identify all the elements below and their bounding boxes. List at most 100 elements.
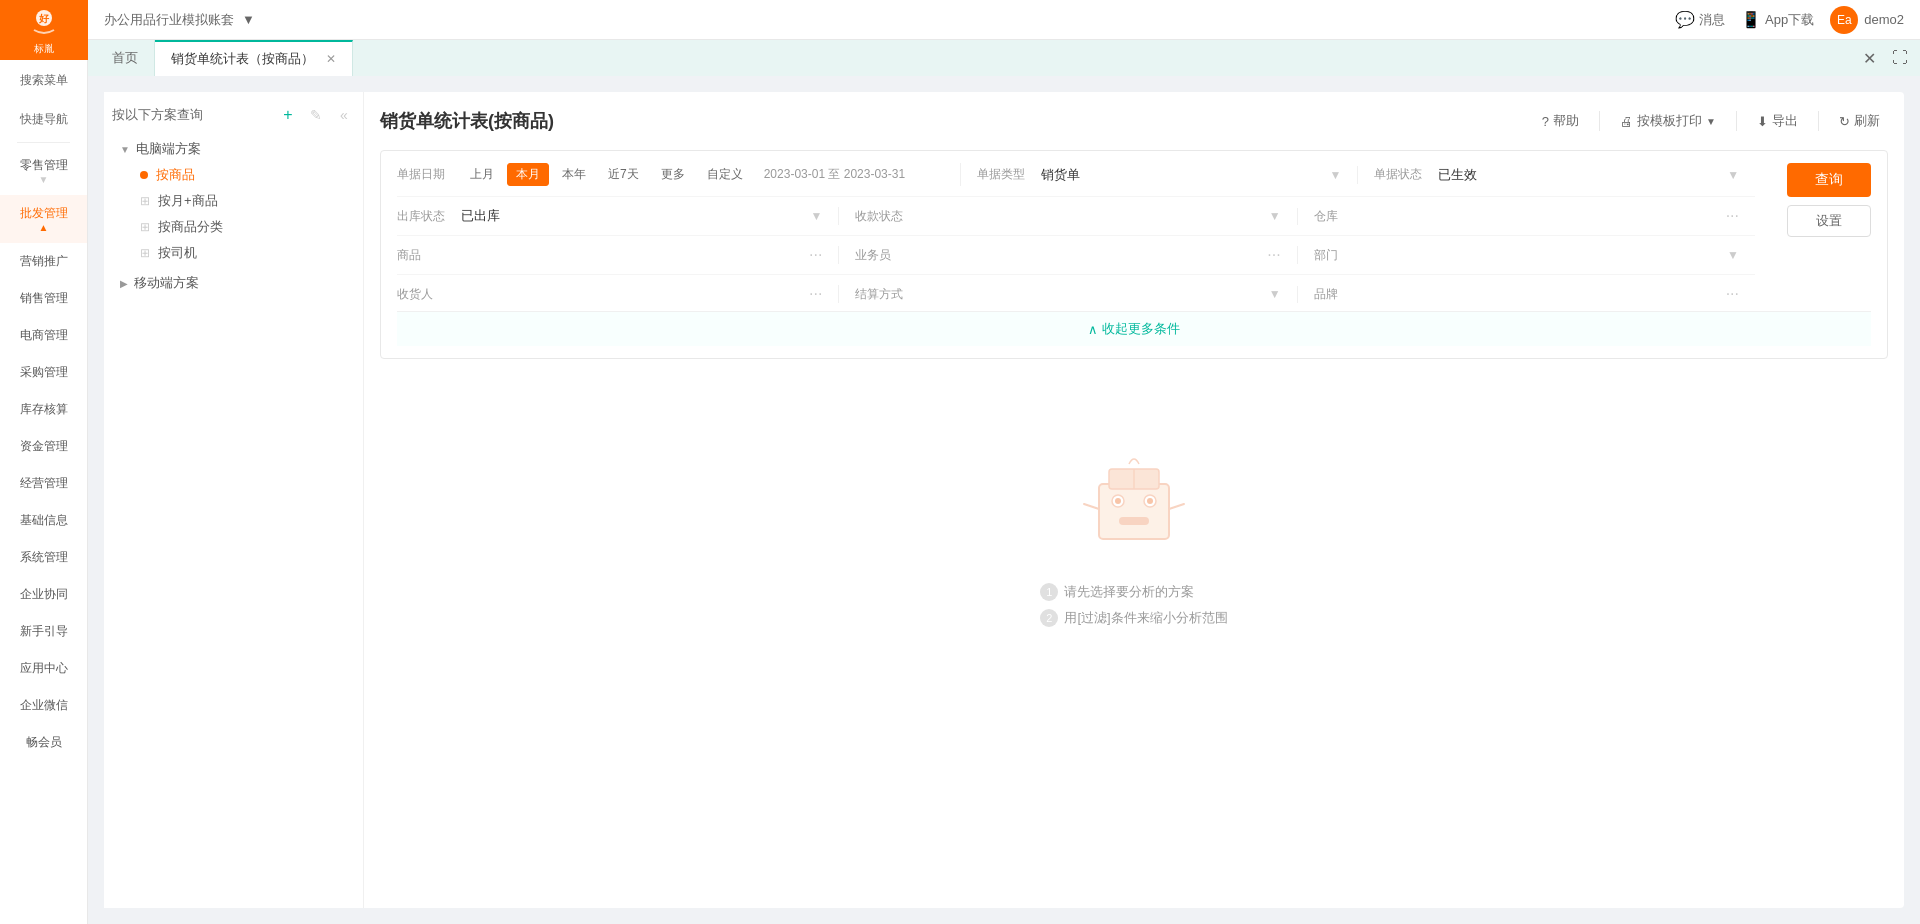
grid-icon-3: ⊞ [140, 246, 150, 260]
date-btn-more[interactable]: 更多 [652, 163, 694, 186]
active-scheme-dot [140, 171, 148, 179]
date-btn-last-month[interactable]: 上月 [461, 163, 503, 186]
purchase-label: 采购管理 [20, 364, 68, 381]
expand-window-btn[interactable]: ⛶ [1888, 45, 1912, 72]
collapse-panel-btn[interactable]: « [333, 104, 355, 126]
date-btn-this-month[interactable]: 本月 [507, 163, 549, 186]
doc-type-dropdown[interactable]: ▼ [1330, 168, 1342, 182]
export-btn[interactable]: ⬇ 导出 [1749, 108, 1806, 134]
sidebar-item-marketing[interactable]: 营销推广 [0, 243, 87, 280]
filter-department: 部门 ▼ [1298, 247, 1755, 264]
tab-close-btn[interactable]: ✕ [326, 52, 336, 66]
sidebar-item-finance[interactable]: 资金管理 [0, 428, 87, 465]
tree-item-by-product[interactable]: 按商品 [132, 162, 355, 188]
search-menu[interactable]: 搜索菜单 [0, 60, 87, 101]
close-window-btn[interactable]: ✕ [1859, 45, 1880, 72]
doc-type-label: 单据类型 [977, 166, 1033, 183]
settings-btn[interactable]: 设置 [1787, 205, 1871, 237]
app-download-btn[interactable]: 📱 App下载 [1741, 10, 1814, 29]
empty-state: 1 请先选择要分析的方案 2 用[过滤]条件来缩小分析范围 [380, 359, 1888, 715]
tree-expand-icon-2: ▶ [120, 278, 128, 289]
tree-section-mobile-label: 移动端方案 [134, 274, 199, 292]
wholesale-label: 批发管理 [20, 205, 68, 222]
warehouse-status-label: 出库状态 [397, 208, 453, 225]
scheme-tree: ▼ 电脑端方案 按商品 ⊞ 按月+商品 ⊞ 按商品分类 [112, 136, 355, 296]
app-download-icon: 📱 [1741, 10, 1761, 29]
empty-tip-1: 1 请先选择要分析的方案 [1040, 583, 1227, 601]
tab-sales-stats[interactable]: 销货单统计表（按商品） ✕ [155, 40, 353, 76]
edit-scheme-btn[interactable]: ✎ [305, 104, 327, 126]
settlement-dropdown[interactable]: ▼ [1269, 287, 1281, 301]
sidebar-item-wholesale[interactable]: 批发管理 ▲ [0, 195, 87, 243]
filter-settlement: 结算方式 ▼ [839, 286, 1297, 303]
recipient-more[interactable]: ··· [809, 285, 822, 303]
date-btn-7days[interactable]: 近7天 [599, 163, 648, 186]
main-content: 按以下方案查询 + ✎ « ▼ 电脑端方案 按商品 [88, 76, 1920, 924]
brand-more[interactable]: ··· [1726, 285, 1739, 303]
sidebar-item-newbie[interactable]: 新手引导 [0, 613, 87, 650]
tree-item-by-category[interactable]: ⊞ 按商品分类 [132, 214, 355, 240]
warehouse-status-dropdown[interactable]: ▼ [810, 209, 822, 223]
product-more[interactable]: ··· [809, 246, 822, 264]
sidebar-item-wechat[interactable]: 企业微信 [0, 687, 87, 724]
sidebar-item-apps[interactable]: 应用中心 [0, 650, 87, 687]
quick-nav[interactable]: 快捷导航 [0, 101, 87, 138]
sidebar-item-basic[interactable]: 基础信息 [0, 502, 87, 539]
action-divider-2 [1736, 111, 1737, 131]
sidebar-item-operations[interactable]: 经营管理 [0, 465, 87, 502]
sidebar-item-ecommerce[interactable]: 电商管理 [0, 317, 87, 354]
tab-home[interactable]: 首页 [96, 40, 155, 76]
filter-row-2: 出库状态 已出库 ▼ 收款状态 [397, 207, 1755, 236]
svg-text:好: 好 [38, 13, 50, 24]
doc-status-dropdown[interactable]: ▼ [1727, 168, 1739, 182]
main-panel: 销货单统计表(按商品) ? 帮助 🖨 按模板打印 ▼ ⬇ [364, 92, 1904, 908]
date-btn-custom[interactable]: 自定义 [698, 163, 752, 186]
add-scheme-btn[interactable]: + [277, 104, 299, 126]
warehouse-more[interactable]: ··· [1726, 207, 1739, 225]
sidebar-item-inventory[interactable]: 库存核算 [0, 391, 87, 428]
query-btn[interactable]: 查询 [1787, 163, 1871, 197]
by-category-label: 按商品分类 [158, 218, 223, 236]
user-profile-btn[interactable]: Ea demo2 [1830, 6, 1904, 34]
breadcrumb-dropdown[interactable]: ▼ [242, 12, 255, 27]
sidebar-item-purchase[interactable]: 采购管理 [0, 354, 87, 391]
doc-status-label: 单据状态 [1374, 166, 1430, 183]
message-btn[interactable]: 💬 消息 [1675, 10, 1725, 29]
salesperson-value: ··· [919, 246, 1280, 264]
department-dropdown[interactable]: ▼ [1727, 248, 1739, 262]
sales-label: 销售管理 [20, 290, 68, 307]
payment-status-dropdown[interactable]: ▼ [1269, 209, 1281, 223]
action-divider-3 [1818, 111, 1819, 131]
tree-item-by-cashier[interactable]: ⊞ 按司机 [132, 240, 355, 266]
brand-value: ··· [1378, 285, 1739, 303]
content-wrapper: 按以下方案查询 + ✎ « ▼ 电脑端方案 按商品 [104, 92, 1904, 908]
refresh-btn[interactable]: ↻ 刷新 [1831, 108, 1888, 134]
left-panel-title: 按以下方案查询 [112, 106, 203, 124]
settlement-value: ▼ [919, 287, 1280, 301]
collapse-filters-btn[interactable]: ∧ 收起更多条件 [397, 311, 1871, 346]
tree-item-by-month-product[interactable]: ⊞ 按月+商品 [132, 188, 355, 214]
app-name: 标胤 [34, 42, 54, 56]
sidebar-item-sales[interactable]: 销售管理 [0, 280, 87, 317]
sidebar-item-retail[interactable]: 零售管理 ▼ [0, 147, 87, 195]
print-btn[interactable]: 🖨 按模板打印 ▼ [1612, 108, 1724, 134]
svg-line-11 [1084, 504, 1099, 509]
breadcrumb-text: 办公用品行业模拟账套 [104, 11, 234, 29]
sidebar-item-system[interactable]: 系统管理 [0, 539, 87, 576]
filter-main-rows: 单据日期 上月 本月 本年 近7天 更多 自定义 [397, 163, 1755, 303]
tree-section-mobile[interactable]: ▶ 移动端方案 [112, 270, 355, 296]
sidebar-item-member[interactable]: 畅会员 [0, 724, 87, 761]
date-btn-this-year[interactable]: 本年 [553, 163, 595, 186]
tree-section-desktop-label: 电脑端方案 [136, 140, 201, 158]
help-btn[interactable]: ? 帮助 [1534, 108, 1587, 134]
tree-desktop-children: 按商品 ⊞ 按月+商品 ⊞ 按商品分类 ⊞ 按司机 [112, 162, 355, 266]
svg-rect-3 [1099, 484, 1169, 539]
tree-section-desktop[interactable]: ▼ 电脑端方案 [112, 136, 355, 162]
tab-home-label: 首页 [112, 49, 138, 67]
date-filter-value: 上月 本月 本年 近7天 更多 自定义 2023-03-01 至 2023-03… [461, 163, 944, 186]
filter-recipient: 收货人 ··· [397, 285, 839, 303]
sidebar: 好 标胤 搜索菜单 快捷导航 零售管理 ▼ 批发管理 ▲ 营销推广 销售管理 电… [0, 0, 88, 924]
product-label: 商品 [397, 247, 453, 264]
sidebar-item-enterprise[interactable]: 企业协同 [0, 576, 87, 613]
salesperson-more[interactable]: ··· [1267, 246, 1280, 264]
